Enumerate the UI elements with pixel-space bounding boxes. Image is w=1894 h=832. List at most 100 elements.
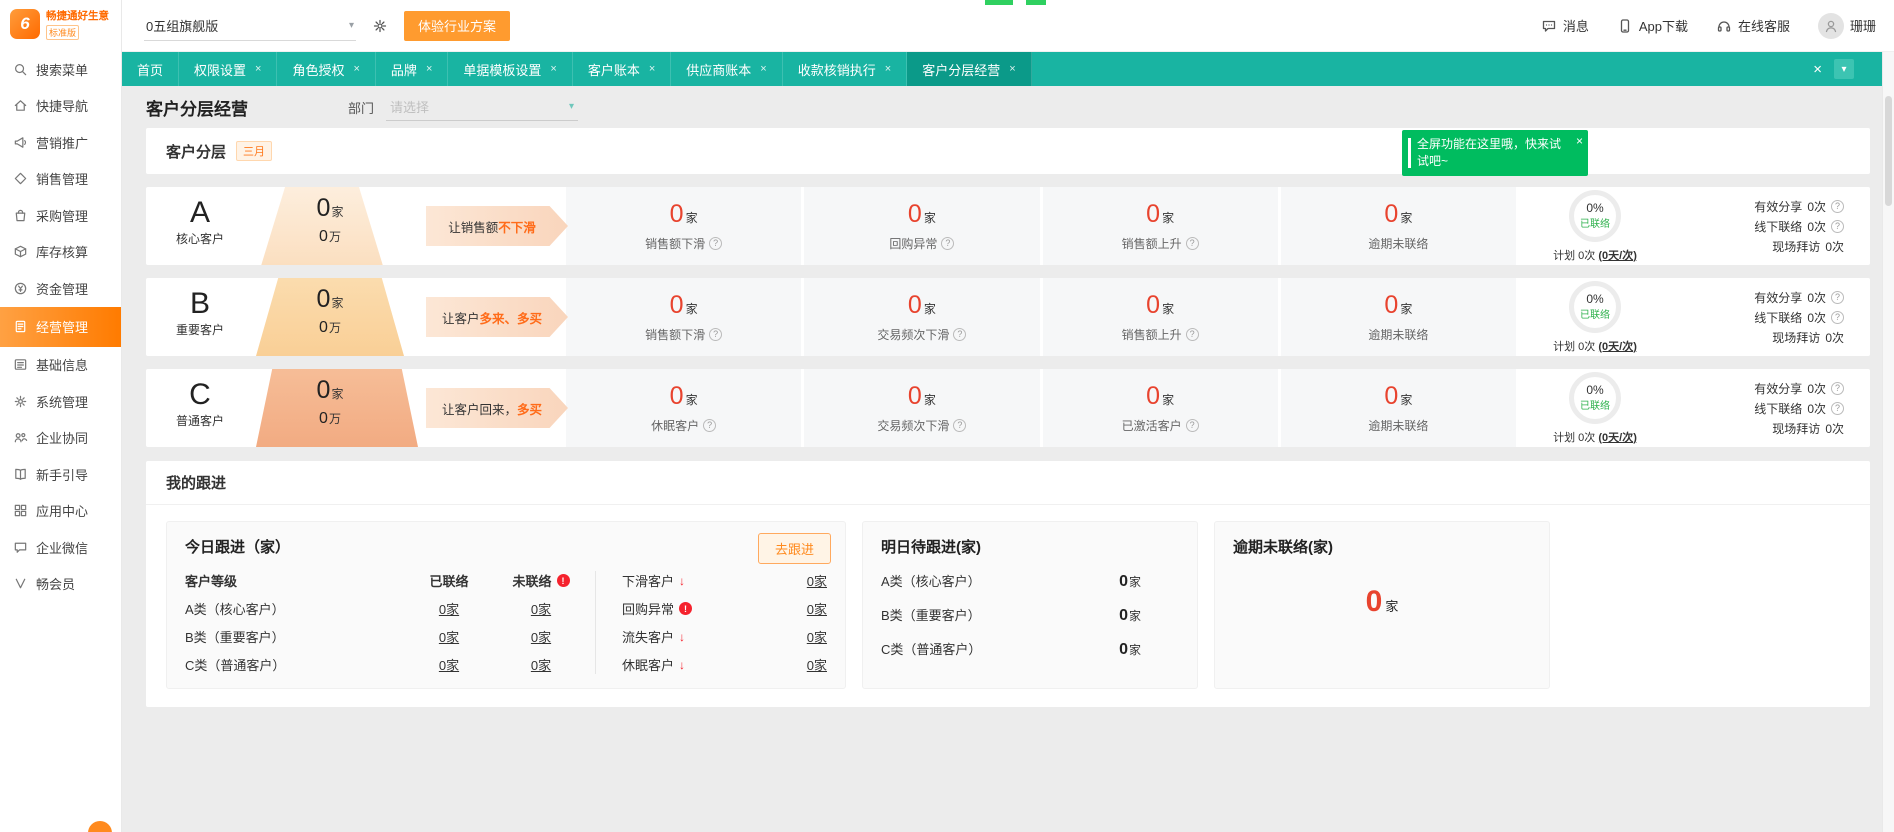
sidebar-item-system-mgmt[interactable]: 系统管理 bbox=[0, 383, 121, 420]
tab-close-icon[interactable]: × bbox=[760, 63, 766, 75]
help-icon[interactable]: ? bbox=[1185, 236, 1199, 250]
plan-link[interactable]: (0天/次) bbox=[1598, 250, 1637, 262]
tab-supplier-ledger[interactable]: 供应商账本 × bbox=[671, 52, 783, 86]
help-icon[interactable]: ? bbox=[1831, 219, 1844, 233]
sidebar-item-funds-mgmt[interactable]: 资金管理 bbox=[0, 270, 121, 307]
contacted-link[interactable]: 0家 bbox=[439, 630, 459, 645]
tab-close-icon[interactable]: × bbox=[550, 63, 556, 75]
uncontacted-link[interactable]: 0家 bbox=[531, 658, 551, 673]
tab-doc-template-settings[interactable]: 单据模板设置 × bbox=[448, 52, 573, 86]
alert-value-link[interactable]: 0家 bbox=[807, 655, 827, 674]
messages-button[interactable]: 消息 bbox=[1541, 16, 1589, 35]
sidebar-item-business-mgmt[interactable]: 经营管理 bbox=[0, 306, 121, 347]
stat-cell[interactable]: 0家 休眠客户? bbox=[566, 369, 802, 447]
scrollbar-thumb[interactable] bbox=[1885, 96, 1892, 206]
stat-cell[interactable]: 0家 逾期未联络 bbox=[1280, 278, 1516, 356]
sidebar-item-search-menu[interactable]: 搜索菜单 bbox=[0, 51, 121, 88]
contacted-link[interactable]: 0家 bbox=[439, 658, 459, 673]
stat-cell[interactable]: 0家 交易频次下滑? bbox=[804, 278, 1040, 356]
sidebar-item-enterprise-collab[interactable]: 企业协同 bbox=[0, 420, 121, 457]
plan-link[interactable]: (0天/次) bbox=[1598, 432, 1637, 444]
sidebar-item-quick-nav[interactable]: 快捷导航 bbox=[0, 88, 121, 125]
help-icon[interactable]: ? bbox=[709, 236, 723, 250]
sidebar-item-purchase-mgmt[interactable]: 采购管理 bbox=[0, 197, 121, 234]
sidebar-item-app-center[interactable]: 应用中心 bbox=[0, 493, 121, 530]
help-icon[interactable]: ? bbox=[1831, 199, 1844, 213]
go-followup-button[interactable]: 去跟进 bbox=[757, 533, 831, 564]
help-icon[interactable]: ? bbox=[1831, 381, 1844, 395]
close-all-tabs-icon[interactable]: × bbox=[1813, 61, 1822, 78]
stat-cell[interactable]: 0家 销售额下滑? bbox=[566, 187, 802, 265]
user-menu[interactable]: 珊珊 bbox=[1817, 12, 1876, 39]
uncontacted-link[interactable]: 0家 bbox=[531, 630, 551, 645]
stat-cell[interactable]: 0家 已激活客户? bbox=[1042, 369, 1278, 447]
tab-role-authorization[interactable]: 角色授权 × bbox=[277, 52, 376, 86]
help-icon[interactable]: ? bbox=[1831, 401, 1844, 415]
tab-home[interactable]: 首页 bbox=[122, 52, 180, 86]
help-icon[interactable]: ? bbox=[941, 236, 955, 250]
tab-close-icon[interactable]: × bbox=[885, 63, 891, 75]
tab-label: 客户分层经营 bbox=[922, 62, 1001, 78]
stat-cell[interactable]: 0家 逾期未联络 bbox=[1280, 369, 1516, 447]
help-icon[interactable]: ? bbox=[1185, 418, 1199, 432]
experience-industry-button[interactable]: 体验行业方案 bbox=[404, 10, 511, 41]
tab-receipt-writeoff[interactable]: 收款核销执行 × bbox=[783, 52, 908, 86]
sidebar-item-sales-mgmt[interactable]: 销售管理 bbox=[0, 161, 121, 198]
sidebar-item-enterprise-wechat[interactable]: 企业微信 bbox=[0, 529, 121, 566]
tab-brand[interactable]: 品牌 × bbox=[376, 52, 449, 86]
stat-cell[interactable]: 0家 逾期未联络 bbox=[1280, 187, 1516, 265]
tab-permission-settings[interactable]: 权限设置 × bbox=[179, 52, 278, 86]
app-download-button[interactable]: App下载 bbox=[1617, 16, 1688, 35]
alert-value-link[interactable]: 0家 bbox=[807, 599, 827, 618]
stat-cell[interactable]: 0家 回购异常? bbox=[804, 187, 1040, 265]
sidebar-item-inventory-accounting[interactable]: 库存核算 bbox=[0, 234, 121, 271]
sidebar-item-label: 企业协同 bbox=[36, 431, 89, 447]
online-service-button[interactable]: 在线客服 bbox=[1716, 16, 1790, 35]
alert-value-link[interactable]: 0家 bbox=[807, 627, 827, 646]
sidebar-item-label: 经营管理 bbox=[36, 320, 89, 335]
help-icon[interactable]: ? bbox=[709, 327, 723, 341]
stat-cell[interactable]: 0家 销售额上升? bbox=[1042, 187, 1278, 265]
sidebar-item-member[interactable]: 畅会员 bbox=[0, 566, 121, 603]
help-icon[interactable]: ? bbox=[1185, 327, 1199, 341]
tab-close-icon[interactable]: × bbox=[649, 63, 655, 75]
help-icon[interactable]: ? bbox=[1831, 310, 1844, 324]
floating-button-peek[interactable] bbox=[88, 821, 112, 832]
uncontacted-link[interactable]: 0家 bbox=[531, 602, 551, 617]
progress-ring: 0% 已联络 bbox=[1569, 280, 1621, 333]
tab-close-icon[interactable]: × bbox=[426, 63, 432, 75]
stat-unit: 家 bbox=[1162, 210, 1175, 225]
message-icon bbox=[1542, 20, 1555, 32]
dept-select[interactable]: 请选择 ▾ bbox=[386, 93, 579, 121]
tab-close-icon[interactable]: × bbox=[1009, 63, 1015, 75]
workspace-select[interactable]: 0五组旗舰版 ▾ bbox=[144, 11, 356, 41]
sidebar-item-basic-info[interactable]: 基础信息 bbox=[0, 347, 121, 384]
help-icon[interactable]: ? bbox=[953, 418, 967, 432]
headset-icon bbox=[1717, 20, 1731, 32]
down-arrow-icon: ↓ bbox=[679, 573, 686, 588]
help-icon[interactable]: ? bbox=[1831, 290, 1844, 304]
plan-link[interactable]: (0天/次) bbox=[1598, 341, 1637, 353]
stat-cell[interactable]: 0家 销售额下滑? bbox=[566, 278, 802, 356]
tab-close-icon[interactable]: × bbox=[353, 63, 359, 75]
stat-cell[interactable]: 0家 销售额上升? bbox=[1042, 278, 1278, 356]
shopping-bag-icon bbox=[12, 207, 28, 223]
help-icon[interactable]: ? bbox=[953, 327, 967, 341]
contacted-link[interactable]: 0家 bbox=[439, 602, 459, 617]
segment-amount-unit: 万 bbox=[328, 321, 341, 335]
tab-customer-segmentation[interactable]: 客户分层经营 × bbox=[907, 52, 1032, 86]
sidebar-item-beginner-guide[interactable]: 新手引导 bbox=[0, 456, 121, 493]
help-icon[interactable]: ? bbox=[703, 418, 717, 432]
vertical-scrollbar[interactable] bbox=[1882, 52, 1894, 832]
segment-stats: 0家 休眠客户? 0家 交易频次下滑? 0家 已激活客户? 0家 逾期未联络 bbox=[566, 369, 1520, 447]
my-followup-card: 我的跟进 今日跟进（家） 去跟进 客户等级 已联络 未联络! A类（核心客户） … bbox=[146, 461, 1870, 707]
alert-value-link[interactable]: 0家 bbox=[807, 571, 827, 590]
workspace-settings-button[interactable] bbox=[372, 18, 388, 34]
tab-customer-ledger[interactable]: 客户账本 × bbox=[573, 52, 672, 86]
sidebar-item-marketing[interactable]: 营销推广 bbox=[0, 124, 121, 161]
notice-close-icon[interactable]: × bbox=[1576, 133, 1583, 150]
stat-cell[interactable]: 0家 交易频次下滑? bbox=[804, 369, 1040, 447]
stat-value: 0 bbox=[1146, 199, 1161, 228]
tab-list-dropdown-icon[interactable]: ▾ bbox=[1834, 59, 1854, 79]
tab-close-icon[interactable]: × bbox=[255, 63, 261, 75]
